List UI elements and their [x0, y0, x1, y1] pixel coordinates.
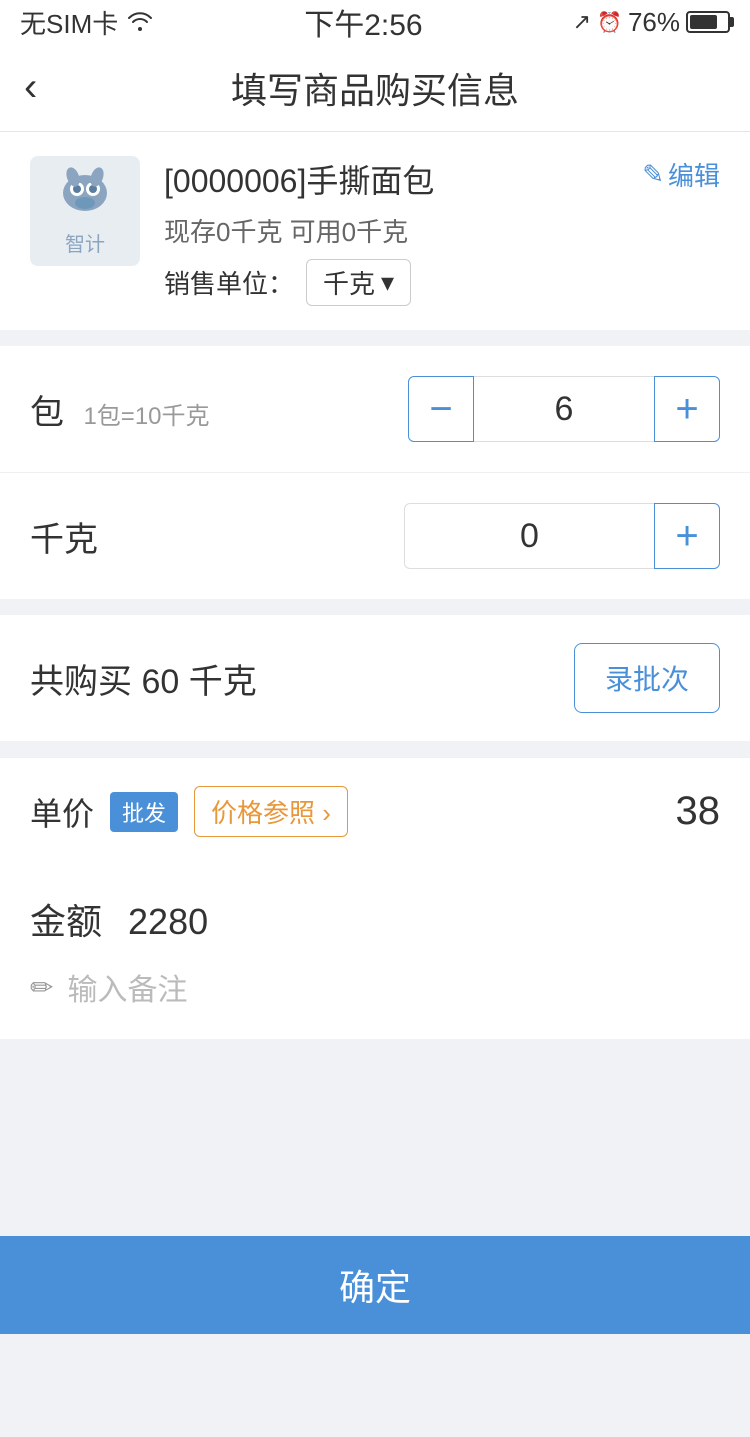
- amount-label: 金额: [30, 901, 102, 942]
- total-section: 共购买 60 千克 录批次: [0, 615, 750, 741]
- product-info: [0000006]手撕面包 ✎ 编辑 现存0千克 可用0千克 销售单位： 千克 …: [164, 156, 720, 306]
- product-thumbnail: 智计: [30, 156, 140, 266]
- chevron-down-icon: ▾: [381, 267, 394, 298]
- pack-plus-button[interactable]: +: [654, 376, 720, 442]
- product-section: 智计 [0000006]手撕面包 ✎ 编辑 现存0千克 可用0千克 销售单位： …: [0, 132, 750, 330]
- pack-minus-button[interactable]: −: [408, 376, 474, 442]
- pack-qty-row: 包 1包=10千克 − +: [0, 346, 750, 473]
- pack-label: 包 1包=10千克: [30, 385, 408, 434]
- pencil-icon: ✏: [30, 971, 53, 1004]
- amount-row: 金额 2280: [30, 893, 720, 965]
- price-value: 38: [676, 789, 721, 834]
- product-unit-row: 销售单位： 千克 ▾: [164, 259, 720, 306]
- status-right: ↗ ⏰ 76%: [573, 7, 730, 38]
- edit-label: 编辑: [668, 156, 720, 193]
- price-label: 单价: [30, 789, 94, 835]
- page-title: 填写商品购买信息: [231, 62, 519, 114]
- unit-value: 千克: [323, 264, 375, 301]
- status-bar: 无SIM卡 下午2:56 ↗ ⏰ 76%: [0, 0, 750, 44]
- wifi-icon: [126, 7, 154, 38]
- owl-icon: [55, 165, 115, 224]
- amount-notes-section: 金额 2280 ✏ 输入备注: [0, 865, 750, 1039]
- price-section: 单价 批发 价格参照 › 38: [0, 757, 750, 865]
- unit-dropdown[interactable]: 千克 ▾: [306, 259, 411, 306]
- batch-button[interactable]: 录批次: [574, 643, 720, 713]
- confirm-button[interactable]: 确定: [0, 1236, 750, 1334]
- note-row[interactable]: ✏ 输入备注: [30, 965, 720, 1039]
- pack-hint: 1包=10千克: [83, 403, 209, 430]
- back-button[interactable]: ‹: [24, 65, 37, 110]
- total-text: 共购买 60 千克: [30, 654, 257, 703]
- quantity-section: 包 1包=10千克 − + 千克 +: [0, 346, 750, 599]
- battery-percent: 76%: [628, 7, 680, 38]
- kg-qty-row: 千克 +: [0, 473, 750, 599]
- price-ref-button[interactable]: 价格参照 ›: [194, 786, 348, 837]
- carrier-text: 无SIM卡: [20, 4, 118, 41]
- status-carrier: 无SIM卡: [20, 4, 154, 41]
- product-stock: 现存0千克 可用0千克: [164, 212, 720, 249]
- unit-label: 销售单位：: [164, 264, 294, 301]
- pack-qty-input[interactable]: [474, 376, 654, 442]
- edit-link[interactable]: ✎ 编辑: [642, 156, 720, 193]
- kg-qty-input[interactable]: [404, 503, 654, 569]
- kg-label: 千克: [30, 512, 404, 561]
- edit-icon: ✎: [642, 159, 664, 190]
- kg-qty-controls: +: [404, 503, 720, 569]
- price-tag: 批发: [110, 792, 178, 832]
- owl-label: 智计: [65, 228, 105, 257]
- alarm-icon: ⏰: [597, 10, 622, 35]
- kg-plus-button[interactable]: +: [654, 503, 720, 569]
- amount-value: 2280: [128, 901, 208, 942]
- nav-bar: ‹ 填写商品购买信息: [0, 44, 750, 132]
- status-time: 下午2:56: [304, 0, 422, 44]
- location-icon: ↗: [573, 9, 591, 35]
- product-name: [0000006]手撕面包: [164, 156, 434, 202]
- battery-icon: [686, 11, 730, 33]
- note-placeholder[interactable]: 输入备注: [67, 965, 187, 1009]
- pack-qty-controls: − +: [408, 376, 720, 442]
